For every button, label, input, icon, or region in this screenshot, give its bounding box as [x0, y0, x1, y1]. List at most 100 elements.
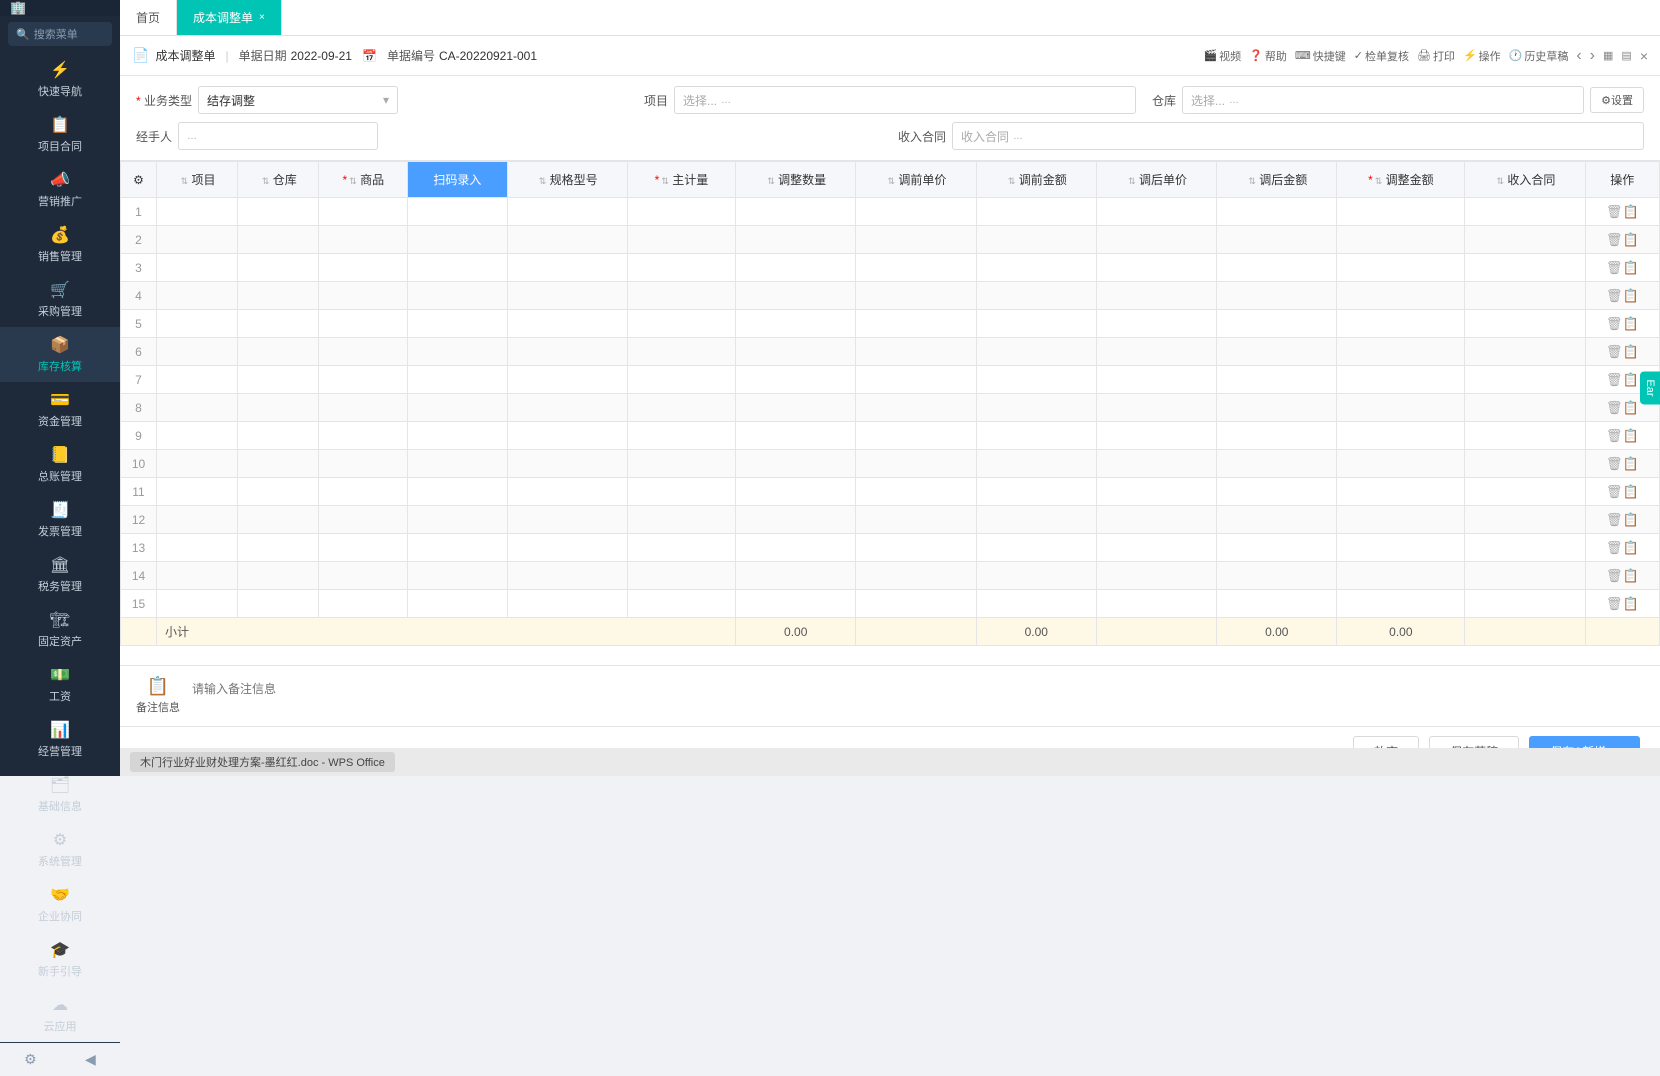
toolbar-check-btn[interactable]: ✓检单复核 — [1354, 48, 1409, 64]
sidebar-item-quick-nav[interactable]: ⚡ 快速导航 — [0, 52, 120, 107]
copy-icon[interactable]: 📋 — [1622, 596, 1638, 611]
enterprise-icon: 🤝 — [50, 885, 70, 905]
ops-cell: 🗑📋 — [1585, 310, 1659, 338]
form-row-2: 经手人 … 收入合同 收入合同 … — [136, 122, 1644, 150]
delete-icon[interactable]: 🗑 — [1606, 204, 1623, 219]
form-fields: 业务类型 结存调整 ▾ 项目 选择... … 仓库 选择. — [120, 76, 1660, 161]
doc-icon: 📄 — [132, 47, 149, 64]
delete-icon[interactable]: 🗑 — [1606, 456, 1623, 471]
remarks-input[interactable] — [192, 676, 1644, 716]
delete-icon[interactable]: 🗑 — [1606, 484, 1623, 499]
delete-icon[interactable]: 🗑 — [1606, 344, 1623, 359]
sidebar-item-cloud-app[interactable]: ☁ 云应用 — [0, 987, 120, 1042]
taskbar-item[interactable]: 木门行业好业财处理方案-墨红红.doc - WPS Office — [130, 752, 395, 772]
sidebar-item-finance[interactable]: 💳 资金管理 — [0, 382, 120, 437]
delete-icon[interactable]: 🗑 — [1606, 372, 1623, 387]
copy-icon[interactable]: 📋 — [1622, 512, 1638, 527]
copy-icon[interactable]: 📋 — [1622, 316, 1638, 331]
sidebar-bottom: ⚙ ◀ — [0, 1042, 120, 1076]
table-row: 4🗑📋 — [121, 282, 1660, 310]
copy-icon[interactable]: 📋 — [1622, 484, 1638, 499]
copy-icon[interactable]: 📋 — [1622, 232, 1638, 247]
sidebar-item-sales-promo[interactable]: 📣 营销推广 — [0, 162, 120, 217]
settings-bottom-icon[interactable]: ⚙ — [24, 1051, 37, 1068]
biz-type-input[interactable]: 结存调整 ▾ — [198, 86, 398, 114]
nav-prev-btn[interactable]: ‹ — [1576, 47, 1581, 65]
toolbar-history-btn[interactable]: 🕐历史草稿 — [1509, 48, 1569, 64]
toolbar-view-btn[interactable]: 🎬视频 — [1203, 48, 1241, 64]
main-area: 首页 成本调整单 × 📄 成本调整单 | 单据日期 2022-09-21 📅 单… — [120, 0, 1660, 776]
app-logo: 🏢 — [0, 0, 120, 16]
sidebar-item-ledger[interactable]: 📒 总账管理 — [0, 437, 120, 492]
delete-icon[interactable]: 🗑 — [1606, 428, 1623, 443]
copy-icon[interactable]: 📋 — [1622, 260, 1638, 275]
layout1-btn[interactable]: ▦ — [1603, 49, 1613, 62]
sidebar-item-sales-mgmt[interactable]: 💰 销售管理 — [0, 217, 120, 272]
layout2-btn[interactable]: ▤ — [1621, 49, 1631, 62]
table-row: 2🗑📋 — [121, 226, 1660, 254]
delete-icon[interactable]: 🗑 — [1606, 232, 1623, 247]
right-edge-tab[interactable]: Ear — [1640, 371, 1660, 404]
th-scan[interactable]: 扫码录入 — [408, 162, 507, 198]
copy-icon[interactable]: 📋 — [1622, 372, 1638, 387]
sidebar-item-new-guide[interactable]: 🎓 新手引导 — [0, 932, 120, 987]
sidebar-item-assets[interactable]: 🏗 固定资产 — [0, 602, 120, 657]
ops-cell: 🗑📋 — [1585, 198, 1659, 226]
th-settings[interactable]: ⚙ — [121, 162, 157, 198]
sidebar: 🏢 🔍 搜索菜单 ⚡ 快速导航 📋 项目合同 📣 营销推广 💰 销售管理 🛒 采… — [0, 0, 120, 776]
delete-icon[interactable]: 🗑 — [1606, 400, 1623, 415]
delete-icon[interactable]: 🗑 — [1606, 540, 1623, 555]
toolbar-help-btn[interactable]: ❓帮助 — [1249, 48, 1287, 64]
copy-icon[interactable]: 📋 — [1622, 288, 1638, 303]
tab-close-icon[interactable]: × — [259, 12, 265, 23]
toolbar-shortcut-btn[interactable]: ⌨快捷键 — [1295, 48, 1346, 64]
th-after-price: ⇅ 调后单价 — [1096, 162, 1216, 198]
copy-icon[interactable]: 📋 — [1622, 204, 1638, 219]
delete-icon[interactable]: 🗑 — [1606, 512, 1623, 527]
collapse-icon[interactable]: ◀ — [85, 1051, 96, 1068]
sidebar-item-basic-info[interactable]: 🗂 基础信息 — [0, 767, 120, 822]
delete-icon[interactable]: 🗑 — [1606, 316, 1623, 331]
copy-icon[interactable]: 📋 — [1622, 344, 1638, 359]
copy-icon[interactable]: 📋 — [1622, 456, 1638, 471]
delete-icon[interactable]: 🗑 — [1606, 596, 1623, 611]
copy-icon[interactable]: 📋 — [1622, 400, 1638, 415]
toolbar-print-btn[interactable]: 🖨打印 — [1417, 48, 1455, 64]
toolbar-operation-btn[interactable]: ⚡操作 — [1463, 48, 1501, 64]
income-contract-field: 收入合同 收入合同 … — [898, 122, 1644, 150]
delete-icon[interactable]: 🗑 — [1606, 260, 1623, 275]
delete-icon[interactable]: 🗑 — [1606, 288, 1623, 303]
sidebar-item-ops-mgmt[interactable]: 📊 经营管理 — [0, 712, 120, 767]
sidebar-item-invoice[interactable]: 🧾 发票管理 — [0, 492, 120, 547]
ops-cell: 🗑📋 — [1585, 338, 1659, 366]
toolbar: 📄 成本调整单 | 单据日期 2022-09-21 📅 单据编号 CA-2022… — [120, 36, 1660, 76]
copy-icon[interactable]: 📋 — [1622, 568, 1638, 583]
payroll-icon: 💵 — [50, 665, 70, 685]
income-contract-input[interactable]: 收入合同 … — [952, 122, 1644, 150]
sidebar-item-tax[interactable]: 🏛 税务管理 — [0, 547, 120, 602]
warehouse-input[interactable]: 选择... … — [1182, 86, 1584, 114]
th-adj-qty: ⇅ 调整数量 — [736, 162, 856, 198]
window-close-icon[interactable]: × — [1640, 48, 1648, 64]
sidebar-item-purchase-mgmt[interactable]: 🛒 采购管理 — [0, 272, 120, 327]
invoice-icon: 🧾 — [50, 500, 70, 520]
sidebar-item-inventory[interactable]: 📦 库存核算 — [0, 327, 120, 382]
delete-icon[interactable]: 🗑 — [1606, 568, 1623, 583]
copy-icon[interactable]: 📋 — [1622, 540, 1638, 555]
settings-btn[interactable]: ⚙设置 — [1590, 87, 1644, 113]
tab-cost-adjustment[interactable]: 成本调整单 × — [177, 0, 282, 35]
project-input[interactable]: 选择... … — [674, 86, 1136, 114]
sidebar-item-system[interactable]: ⚙ 系统管理 — [0, 822, 120, 877]
handler-label: 经手人 — [136, 128, 172, 145]
handler-input[interactable]: … — [178, 122, 378, 150]
th-after-amount: ⇅ 调后金额 — [1217, 162, 1337, 198]
nav-next-btn[interactable]: › — [1590, 47, 1595, 65]
copy-icon[interactable]: 📋 — [1622, 428, 1638, 443]
sidebar-item-project-contract[interactable]: 📋 项目合同 — [0, 107, 120, 162]
sales-promo-icon: 📣 — [50, 170, 70, 190]
sidebar-item-enterprise[interactable]: 🤝 企业协同 — [0, 877, 120, 932]
tab-home[interactable]: 首页 — [120, 0, 177, 35]
sidebar-search[interactable]: 🔍 搜索菜单 — [8, 22, 112, 46]
sidebar-item-payroll[interactable]: 💵 工资 — [0, 657, 120, 712]
th-product: *⇅ 商品 — [319, 162, 408, 198]
